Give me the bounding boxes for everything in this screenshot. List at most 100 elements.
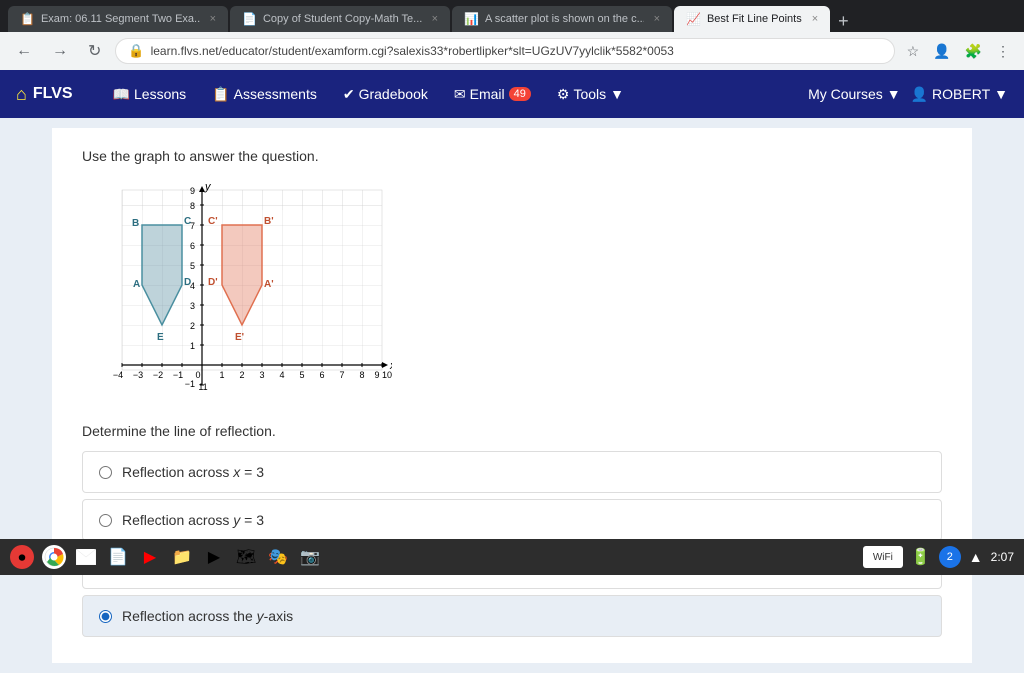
bookmark-button[interactable]: ☆ bbox=[903, 41, 924, 62]
lessons-icon: 📖 bbox=[113, 86, 130, 103]
x-tick--2: −2 bbox=[153, 370, 163, 380]
url-box[interactable]: 🔒 learn.flvs.net/educator/student/examfo… bbox=[115, 38, 894, 64]
taskbar-camera-icon[interactable]: 📷 bbox=[298, 545, 322, 569]
tab-icon-copy: 📄 bbox=[242, 12, 257, 26]
x-tick-5: 5 bbox=[299, 370, 304, 380]
profile-button[interactable]: 👤 bbox=[929, 41, 954, 62]
tab-close-exam[interactable]: × bbox=[210, 13, 216, 25]
circle-indicator: 2 bbox=[939, 546, 961, 568]
tab-close-copy[interactable]: × bbox=[432, 13, 438, 25]
taskbar-files-icon[interactable]: 📁 bbox=[170, 545, 194, 569]
radio-opt1[interactable] bbox=[99, 466, 112, 479]
x-tick--4: −4 bbox=[113, 370, 123, 380]
tab-label-copy: Copy of Student Copy-Math Te... bbox=[263, 13, 422, 25]
nav-lessons[interactable]: 📖 Lessons bbox=[103, 82, 197, 107]
x-tick-7: 7 bbox=[339, 370, 344, 380]
tab-label-bestfit: Best Fit Line Points bbox=[707, 13, 802, 25]
robert-icon: 👤 bbox=[911, 86, 928, 103]
label-Dp: D' bbox=[208, 277, 218, 288]
nav-assessments[interactable]: 📋 Assessments bbox=[202, 82, 327, 107]
x-tick-10: 10 bbox=[382, 370, 392, 380]
option-2[interactable]: Reflection across y = 3 bbox=[82, 499, 942, 541]
label-C: C bbox=[184, 216, 191, 227]
nav-right: My Courses ▼ 👤 ROBERT ▼ bbox=[808, 86, 1008, 103]
new-tab-button[interactable]: + bbox=[832, 11, 855, 32]
assessments-label: Assessments bbox=[234, 86, 317, 102]
x-tick-3: 3 bbox=[259, 370, 264, 380]
tab-exam[interactable]: 📋 Exam: 06.11 Segment Two Exa... × bbox=[8, 6, 228, 32]
nav-tools[interactable]: ⚙ Tools ▼ bbox=[547, 82, 634, 107]
url-text: learn.flvs.net/educator/student/examform… bbox=[151, 44, 674, 58]
browser-actions: ☆ 👤 🧩 ⋮ bbox=[903, 41, 1014, 62]
nav-mycourses[interactable]: My Courses ▼ bbox=[808, 86, 901, 102]
mycourses-label: My Courses bbox=[808, 86, 883, 102]
x-tick--1: −1 bbox=[173, 370, 183, 380]
mycourses-chevron: ▼ bbox=[887, 86, 901, 102]
tab-icon-bestfit: 📈 bbox=[686, 12, 701, 26]
y-tick-5: 5 bbox=[190, 261, 195, 271]
extensions-button[interactable]: 🧩 bbox=[961, 41, 986, 62]
tools-chevron: ▼ bbox=[610, 86, 624, 102]
forward-button[interactable]: → bbox=[46, 40, 74, 62]
gradebook-label: Gradebook bbox=[359, 86, 428, 102]
more-button[interactable]: ⋮ bbox=[992, 41, 1014, 62]
taskbar-right: WiFi 🔋 2 ▲ 2:07 bbox=[863, 546, 1014, 568]
label-E: E bbox=[157, 332, 164, 343]
x-tick-11: 11 bbox=[198, 382, 207, 392]
x-tick-1: 1 bbox=[219, 370, 224, 380]
tab-copy[interactable]: 📄 Copy of Student Copy-Math Te... × bbox=[230, 6, 450, 32]
refresh-button[interactable]: ↻ bbox=[82, 39, 107, 63]
radio-opt4[interactable] bbox=[99, 610, 112, 623]
option-4[interactable]: Reflection across the y-axis bbox=[82, 595, 942, 637]
lessons-label: Lessons bbox=[134, 86, 186, 102]
x-tick-9: 9 bbox=[374, 370, 379, 380]
taskbar-photo-icon[interactable]: 🎭 bbox=[266, 545, 290, 569]
tab-close-scatter[interactable]: × bbox=[654, 13, 660, 25]
taskbar-gmail-icon[interactable] bbox=[74, 545, 98, 569]
tools-label: Tools bbox=[573, 86, 606, 102]
email-badge: 49 bbox=[509, 87, 531, 101]
taskbar-docs-icon[interactable]: 📄 bbox=[106, 545, 130, 569]
graph-container: x y −4 −3 −2 −1 0 1 2 3 4 5 6 7 8 bbox=[82, 180, 392, 400]
determine-text: Determine the line of reflection. bbox=[82, 423, 942, 439]
tab-bestfit[interactable]: 📈 Best Fit Line Points × bbox=[674, 6, 830, 32]
y-tick-1: 1 bbox=[190, 341, 195, 351]
taskbar-playstore-icon[interactable]: ▶ bbox=[202, 545, 226, 569]
x-tick-2: 2 bbox=[239, 370, 244, 380]
taskbar-icon-red[interactable]: ⏺ bbox=[10, 545, 34, 569]
logo-text: FLVS bbox=[33, 85, 73, 103]
wifi-indicator: ▲ bbox=[969, 549, 983, 565]
tab-scatter[interactable]: 📊 A scatter plot is shown on the c... × bbox=[452, 6, 672, 32]
gradebook-icon: ✔ bbox=[343, 86, 355, 103]
page-content: Use the graph to answer the question. bbox=[52, 128, 972, 663]
taskbar-youtube-icon[interactable]: ▶ bbox=[138, 545, 162, 569]
question-instruction: Use the graph to answer the question. bbox=[82, 148, 942, 164]
option-1[interactable]: Reflection across x = 3 bbox=[82, 451, 942, 493]
tab-close-bestfit[interactable]: × bbox=[812, 13, 818, 25]
taskbar-chrome-icon[interactable] bbox=[42, 545, 66, 569]
tab-icon-scatter: 📊 bbox=[464, 12, 479, 26]
taskbar-maps-icon[interactable]: 🗺 bbox=[234, 545, 258, 569]
coordinate-graph: x y −4 −3 −2 −1 0 1 2 3 4 5 6 7 8 bbox=[82, 180, 392, 400]
y-tick-2: 2 bbox=[190, 321, 195, 331]
secure-icon: 🔒 bbox=[128, 43, 144, 59]
nav-gradebook[interactable]: ✔ Gradebook bbox=[333, 82, 438, 107]
network-status[interactable]: WiFi bbox=[863, 546, 903, 568]
nav-bar: ⌂ FLVS 📖 Lessons 📋 Assessments ✔ Gradebo… bbox=[0, 70, 1024, 118]
label-B: B bbox=[132, 218, 139, 229]
label-A: A bbox=[133, 279, 140, 290]
nav-robert[interactable]: 👤 ROBERT ▼ bbox=[911, 86, 1008, 103]
nav-email[interactable]: ✉ Email 49 bbox=[444, 82, 541, 107]
robert-label: ROBERT bbox=[932, 86, 990, 102]
x-axis-arrow bbox=[382, 362, 388, 368]
battery-icon: 🔋 bbox=[911, 547, 931, 567]
y-tick--1: −1 bbox=[185, 379, 195, 389]
tools-icon: ⚙ bbox=[557, 86, 570, 103]
radio-opt2[interactable] bbox=[99, 514, 112, 527]
back-button[interactable]: ← bbox=[10, 40, 38, 62]
option-1-label: Reflection across x = 3 bbox=[122, 464, 264, 480]
label-Ap: A' bbox=[264, 279, 274, 290]
y-tick-3: 3 bbox=[190, 301, 195, 311]
x-tick-0: 0 bbox=[195, 370, 200, 380]
logo-icon: ⌂ bbox=[16, 84, 27, 105]
